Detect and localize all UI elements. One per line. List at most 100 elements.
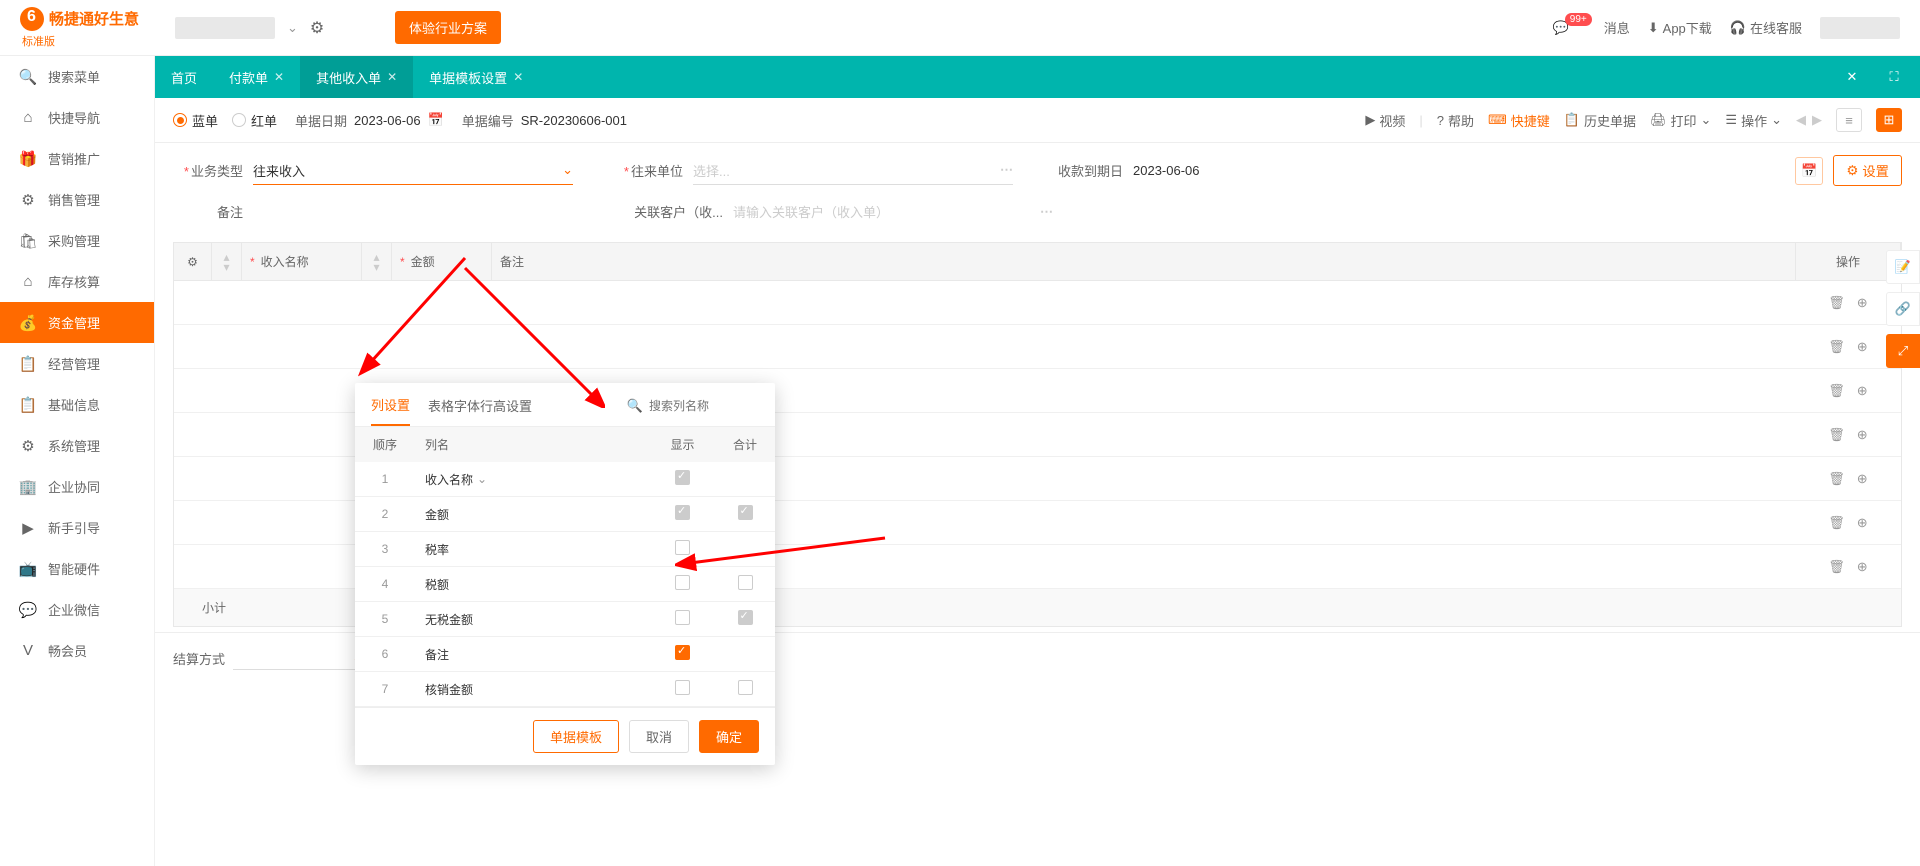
- tab-close-icon[interactable]: ✕: [513, 70, 523, 84]
- float-link-icon[interactable]: 🔗: [1886, 292, 1920, 326]
- message-button[interactable]: 💬 99+ 消息: [1553, 18, 1630, 37]
- card-view-button[interactable]: ⊞: [1876, 108, 1902, 132]
- sidebar-item-8[interactable]: 📋基础信息: [0, 384, 154, 425]
- online-service-button[interactable]: 🎧 在线客服: [1730, 18, 1802, 37]
- tab-close-icon[interactable]: ✕: [274, 70, 284, 84]
- show-checkbox[interactable]: [675, 505, 690, 520]
- shortcut-link[interactable]: ⌨ 快捷键: [1488, 111, 1550, 130]
- settle-method-input[interactable]: ⌄: [233, 647, 363, 670]
- message-badge: 99+: [1565, 13, 1592, 26]
- tab-3[interactable]: 单据模板设置✕: [413, 56, 539, 98]
- prev-arrow-icon[interactable]: ◀: [1796, 112, 1806, 128]
- search-column-input[interactable]: [649, 399, 759, 413]
- list-view-button[interactable]: ≡: [1836, 108, 1862, 132]
- chevron-down-icon[interactable]: ⌄: [287, 20, 298, 36]
- delete-row-icon[interactable]: 🗑: [1828, 471, 1845, 487]
- sort-column-1[interactable]: ▴▾: [212, 243, 242, 280]
- delete-row-icon[interactable]: 🗑: [1828, 383, 1845, 399]
- partner-input[interactable]: 选择... ⋯: [693, 157, 1013, 185]
- sidebar-item-6[interactable]: 💰资金管理: [0, 302, 154, 343]
- account-area: ⌄ ⚙: [175, 17, 395, 39]
- sidebar-item-7[interactable]: 📋经营管理: [0, 343, 154, 384]
- copy-row-icon[interactable]: ⊕: [1857, 515, 1868, 531]
- copy-row-icon[interactable]: ⊕: [1857, 295, 1868, 311]
- delete-row-icon[interactable]: 🗑: [1828, 515, 1845, 531]
- table-row[interactable]: 🗑⊕: [174, 325, 1901, 369]
- settings-button[interactable]: ⚙ 设置: [1833, 155, 1902, 186]
- sidebar-icon: ⚙: [20, 192, 36, 208]
- note-input[interactable]: [253, 208, 573, 216]
- history-link[interactable]: 📋 历史单据: [1564, 111, 1636, 130]
- sidebar-item-10[interactable]: 🏢企业协同: [0, 466, 154, 507]
- app-download-button[interactable]: ⬇ App下载: [1648, 18, 1712, 37]
- show-checkbox[interactable]: [675, 575, 690, 590]
- related-customer-input[interactable]: 请输入关联客户（收入单） ⋯: [733, 198, 1053, 225]
- sort-column-2[interactable]: ▴▾: [362, 243, 392, 280]
- sidebar-item-9[interactable]: ⚙系统管理: [0, 425, 154, 466]
- gear-column-button[interactable]: ⚙: [174, 243, 212, 280]
- print-link[interactable]: 🖨 打印 ⌄: [1650, 111, 1711, 130]
- sidebar-item-11[interactable]: ▶新手引导: [0, 507, 154, 548]
- help-link[interactable]: ? 帮助: [1437, 111, 1474, 130]
- sidebar-item-label: 企业协同: [48, 477, 100, 496]
- delete-row-icon[interactable]: 🗑: [1828, 295, 1845, 311]
- radio-red-receipt[interactable]: 红单: [232, 111, 277, 130]
- due-date-input[interactable]: 2023-06-06: [1133, 159, 1413, 182]
- sidebar-item-14[interactable]: V畅会员: [0, 630, 154, 671]
- copy-row-icon[interactable]: ⊕: [1857, 383, 1868, 399]
- confirm-button[interactable]: 确定: [699, 720, 759, 753]
- show-checkbox[interactable]: [675, 540, 690, 555]
- calendar-icon[interactable]: 📅: [428, 112, 444, 128]
- cancel-button[interactable]: 取消: [629, 720, 689, 753]
- table-row[interactable]: 🗑⊕: [174, 281, 1901, 325]
- tab-2[interactable]: 其他收入单✕: [300, 56, 413, 98]
- fullscreen-icon[interactable]: ⛶: [1878, 56, 1910, 98]
- template-button[interactable]: 单据模板: [533, 720, 619, 753]
- delete-row-icon[interactable]: 🗑: [1828, 427, 1845, 443]
- copy-row-icon[interactable]: ⊕: [1857, 427, 1868, 443]
- popup-tab-columns[interactable]: 列设置: [371, 395, 410, 426]
- account-name-redacted: [175, 17, 275, 39]
- float-note-icon[interactable]: 📝: [1886, 250, 1920, 284]
- popup-colname: 税额: [415, 568, 650, 601]
- popup-colname: 备注: [415, 638, 650, 671]
- tab-close-icon[interactable]: ✕: [387, 70, 397, 84]
- date-value[interactable]: 2023-06-06: [354, 113, 421, 128]
- sum-checkbox[interactable]: [738, 505, 753, 520]
- float-expand-icon[interactable]: ⤢: [1886, 334, 1920, 368]
- delete-row-icon[interactable]: 🗑: [1828, 339, 1845, 355]
- sum-checkbox[interactable]: [738, 610, 753, 625]
- sidebar-item-13[interactable]: 💬企业微信: [0, 589, 154, 630]
- sum-checkbox[interactable]: [738, 575, 753, 590]
- copy-row-icon[interactable]: ⊕: [1857, 559, 1868, 575]
- sidebar-item-12[interactable]: 📺智能硬件: [0, 548, 154, 589]
- operate-link[interactable]: ☰ 操作 ⌄: [1725, 111, 1782, 130]
- chevron-down-icon[interactable]: ⌄: [477, 472, 487, 486]
- show-checkbox[interactable]: [675, 470, 690, 485]
- sidebar-item-5[interactable]: ⌂库存核算: [0, 261, 154, 302]
- delete-row-icon[interactable]: 🗑: [1828, 559, 1845, 575]
- show-checkbox[interactable]: [675, 610, 690, 625]
- tab-0[interactable]: 首页: [155, 56, 213, 98]
- sum-checkbox[interactable]: [738, 680, 753, 695]
- sidebar-item-3[interactable]: ⚙销售管理: [0, 179, 154, 220]
- gear-icon[interactable]: ⚙: [310, 18, 324, 38]
- next-arrow-icon[interactable]: ▶: [1812, 112, 1822, 128]
- show-checkbox[interactable]: [675, 645, 690, 660]
- sidebar-item-2[interactable]: 🎁营销推广: [0, 138, 154, 179]
- sidebar-item-0[interactable]: 🔍搜索菜单: [0, 56, 154, 97]
- biz-type-input[interactable]: 往来收入 ⌄: [253, 157, 573, 185]
- tab-1[interactable]: 付款单✕: [213, 56, 300, 98]
- sidebar-item-1[interactable]: ⌂快捷导航: [0, 97, 154, 138]
- radio-blue-receipt[interactable]: 蓝单: [173, 111, 218, 130]
- show-checkbox[interactable]: [675, 680, 690, 695]
- video-link[interactable]: ▶ 视频: [1365, 111, 1405, 130]
- close-tab-icon[interactable]: ✕: [1834, 56, 1870, 98]
- copy-row-icon[interactable]: ⊕: [1857, 339, 1868, 355]
- sidebar-item-4[interactable]: 🛍采购管理: [0, 220, 154, 261]
- copy-row-icon[interactable]: ⊕: [1857, 471, 1868, 487]
- logo-icon: [20, 7, 44, 31]
- popup-tab-font-height[interactable]: 表格字体行高设置: [428, 396, 532, 425]
- calendar-icon-button[interactable]: 📅: [1795, 157, 1823, 185]
- trial-industry-button[interactable]: 体验行业方案: [395, 11, 501, 44]
